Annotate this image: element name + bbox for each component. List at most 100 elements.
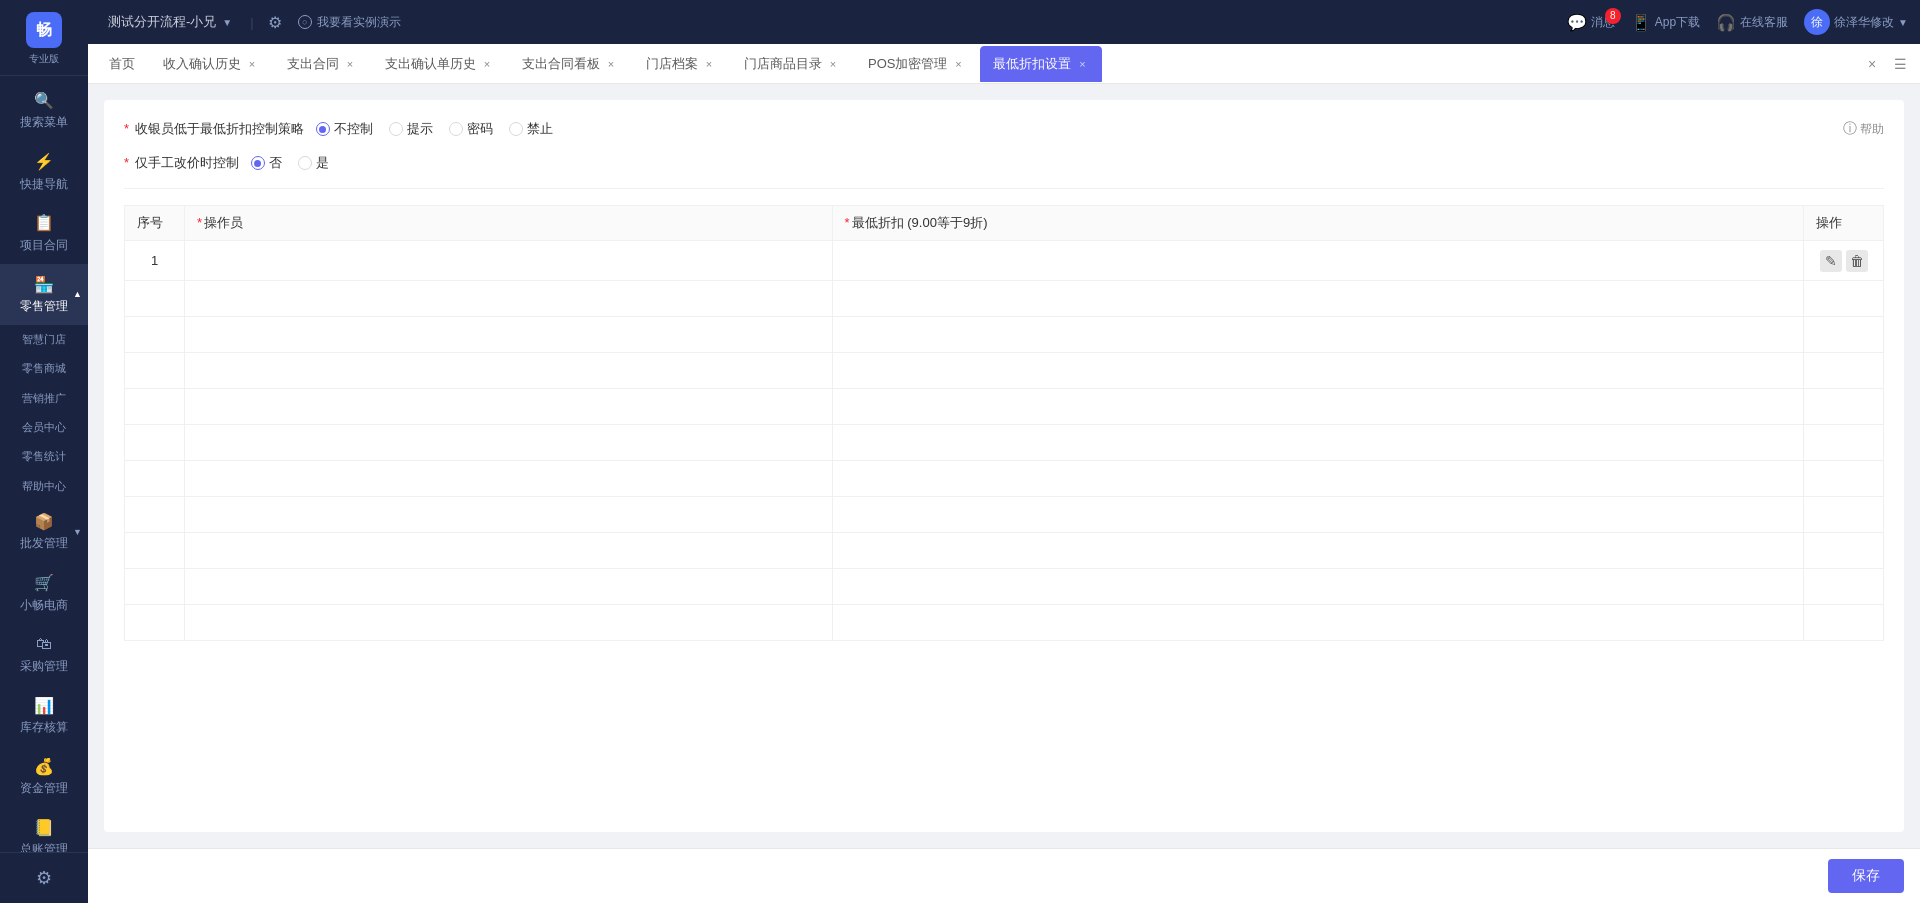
- sidebar-item-inventory[interactable]: 📊 库存核算: [0, 685, 88, 746]
- sidebar-item-project[interactable]: 📋 项目合同: [0, 202, 88, 263]
- tab-label: 支出确认单历史: [385, 55, 476, 73]
- sidebar-item-label: 会员中心: [22, 420, 66, 435]
- sidebar-item-retail-mall[interactable]: 零售商城: [0, 354, 88, 383]
- purchase-icon: 🛍: [36, 633, 52, 655]
- cell-seq: 1: [125, 241, 185, 281]
- logo-icon: 畅: [26, 12, 62, 48]
- sidebar-item-label: 零售统计: [22, 449, 66, 464]
- bottom-bar: 保存: [88, 848, 1920, 903]
- user-dropdown-icon: ▼: [1898, 17, 1908, 28]
- sidebar-item-finance[interactable]: 💰 资金管理: [0, 746, 88, 807]
- tab-label: 支出合同: [287, 55, 339, 73]
- question-icon: ⓘ: [1843, 120, 1857, 138]
- sidebar-item-ecommerce[interactable]: 🛒 小畅电商: [0, 562, 88, 623]
- manual-option-yes[interactable]: 是: [298, 154, 329, 172]
- help-button[interactable]: ⓘ 帮助: [1843, 120, 1884, 138]
- sidebar-item-search[interactable]: 🔍 搜索菜单: [0, 80, 88, 141]
- tab-label: 门店商品目录: [744, 55, 822, 73]
- message-icon: 💬: [1567, 13, 1587, 32]
- sidebar-item-label: 批发管理: [20, 535, 68, 552]
- settings-button[interactable]: ⚙: [0, 852, 88, 903]
- tab-close-icon[interactable]: ×: [826, 57, 840, 71]
- strategy-option-no-control[interactable]: 不控制: [316, 120, 373, 138]
- topbar-settings-button[interactable]: ⚙: [264, 9, 286, 36]
- sidebar-logo: 畅 专业版: [0, 0, 88, 76]
- sidebar-item-label: 零售管理: [20, 298, 68, 315]
- message-button[interactable]: 💬 消息 8: [1567, 13, 1615, 32]
- manual-form-row: * 仅手工改价时控制 否 是: [124, 154, 1884, 172]
- empty-row: [125, 533, 1884, 569]
- save-button[interactable]: 保存: [1828, 859, 1904, 893]
- tab-close-icon[interactable]: ×: [245, 57, 259, 71]
- close-tab-button[interactable]: ×: [1860, 52, 1884, 76]
- inventory-icon: 📊: [34, 695, 54, 717]
- user-menu[interactable]: 徐 徐泽华修改 ▼: [1804, 9, 1908, 35]
- tab-home[interactable]: 首页: [96, 46, 148, 82]
- radio-unchecked-icon: [449, 122, 463, 136]
- manual-label: * 仅手工改价时控制: [124, 154, 239, 172]
- user-name: 徐泽华修改: [1834, 14, 1894, 31]
- sidebar-item-label: 项目合同: [20, 237, 68, 254]
- sidebar-item-quicknav[interactable]: ⚡ 快捷导航: [0, 141, 88, 202]
- chevron-up-icon: ▲: [73, 288, 82, 301]
- tab-close-icon[interactable]: ×: [1075, 57, 1089, 71]
- app-download-button[interactable]: 📱 App下载: [1631, 13, 1700, 32]
- tab-label: 门店档案: [646, 55, 698, 73]
- tab-expense-contract[interactable]: 支出合同 ×: [274, 46, 370, 82]
- demo-button[interactable]: ○ 我要看实例演示: [298, 14, 401, 31]
- dropdown-icon: ▼: [222, 17, 232, 28]
- empty-row: [125, 281, 1884, 317]
- sidebar-item-purchase[interactable]: 🛍 采购管理: [0, 623, 88, 684]
- tab-close-icon[interactable]: ×: [343, 57, 357, 71]
- tab-expense-kanban[interactable]: 支出合同看板 ×: [509, 46, 631, 82]
- tabbar-controls: × ☰: [1860, 52, 1912, 76]
- project-name: 测试分开流程-小兄: [108, 13, 216, 31]
- strategy-option-forbid[interactable]: 禁止: [509, 120, 553, 138]
- sidebar-item-ledger[interactable]: 📒 总账管理: [0, 807, 88, 852]
- topbar-right: 💬 消息 8 📱 App下载 🎧 在线客服 徐 徐泽华修改 ▼: [1567, 9, 1908, 35]
- service-button[interactable]: 🎧 在线客服: [1716, 13, 1788, 32]
- demo-icon: ○: [298, 15, 312, 29]
- sidebar-item-wholesale[interactable]: 📦 批发管理 ▼: [0, 501, 88, 562]
- radio-checked-icon: [251, 156, 265, 170]
- gear-icon: ⚙: [36, 867, 52, 889]
- tab-label: 支出合同看板: [522, 55, 600, 73]
- search-icon: 🔍: [34, 90, 54, 112]
- tab-pos-encryption[interactable]: POS加密管理 ×: [855, 46, 978, 82]
- ecommerce-icon: 🛒: [34, 572, 54, 594]
- more-tabs-button[interactable]: ☰: [1888, 52, 1912, 76]
- manual-option-no[interactable]: 否: [251, 154, 282, 172]
- cell-action: ✎ 🗑: [1804, 241, 1884, 281]
- empty-row: [125, 497, 1884, 533]
- sidebar-item-marketing[interactable]: 营销推广: [0, 384, 88, 413]
- tab-close-icon[interactable]: ×: [480, 57, 494, 71]
- sidebar-item-smart-store[interactable]: 智慧门店: [0, 325, 88, 354]
- tab-store-archive[interactable]: 门店档案 ×: [633, 46, 729, 82]
- tab-income-history[interactable]: 收入确认历史 ×: [150, 46, 272, 82]
- empty-row: [125, 605, 1884, 641]
- tab-min-discount[interactable]: 最低折扣设置 ×: [980, 46, 1102, 82]
- sidebar-item-label: 智慧门店: [22, 332, 66, 347]
- radio-checked-icon: [316, 122, 330, 136]
- strategy-option-password[interactable]: 密码: [449, 120, 493, 138]
- table-wrapper: 序号 *操作员 *最低折扣 (9.00等于9折) 操作: [124, 205, 1884, 641]
- sidebar-item-retail-stats[interactable]: 零售统计: [0, 442, 88, 471]
- delete-row-button[interactable]: 🗑: [1846, 250, 1868, 272]
- sidebar-item-retail[interactable]: 🏪 零售管理 ▲: [0, 264, 88, 325]
- tab-close-icon[interactable]: ×: [951, 57, 965, 71]
- tab-close-icon[interactable]: ×: [604, 57, 618, 71]
- tab-store-catalog[interactable]: 门店商品目录 ×: [731, 46, 853, 82]
- sidebar-item-help-center[interactable]: 帮助中心: [0, 472, 88, 501]
- delete-icon: 🗑: [1850, 253, 1864, 269]
- sidebar: 畅 专业版 🔍 搜索菜单 ⚡ 快捷导航 📋 项目合同 🏪 零售管理 ▲ 智慧门店: [0, 0, 88, 903]
- strategy-radio-group: 不控制 提示 密码 禁止: [316, 120, 553, 138]
- strategy-option-prompt[interactable]: 提示: [389, 120, 433, 138]
- project-selector[interactable]: 测试分开流程-小兄 ▼: [100, 9, 240, 35]
- service-label: 在线客服: [1740, 14, 1788, 31]
- cell-discount: [832, 241, 1803, 281]
- edit-row-button[interactable]: ✎: [1820, 250, 1842, 272]
- tab-close-icon[interactable]: ×: [702, 57, 716, 71]
- tab-expense-confirm-history[interactable]: 支出确认单历史 ×: [372, 46, 507, 82]
- sidebar-item-member[interactable]: 会员中心: [0, 413, 88, 442]
- edit-icon: ✎: [1825, 253, 1837, 269]
